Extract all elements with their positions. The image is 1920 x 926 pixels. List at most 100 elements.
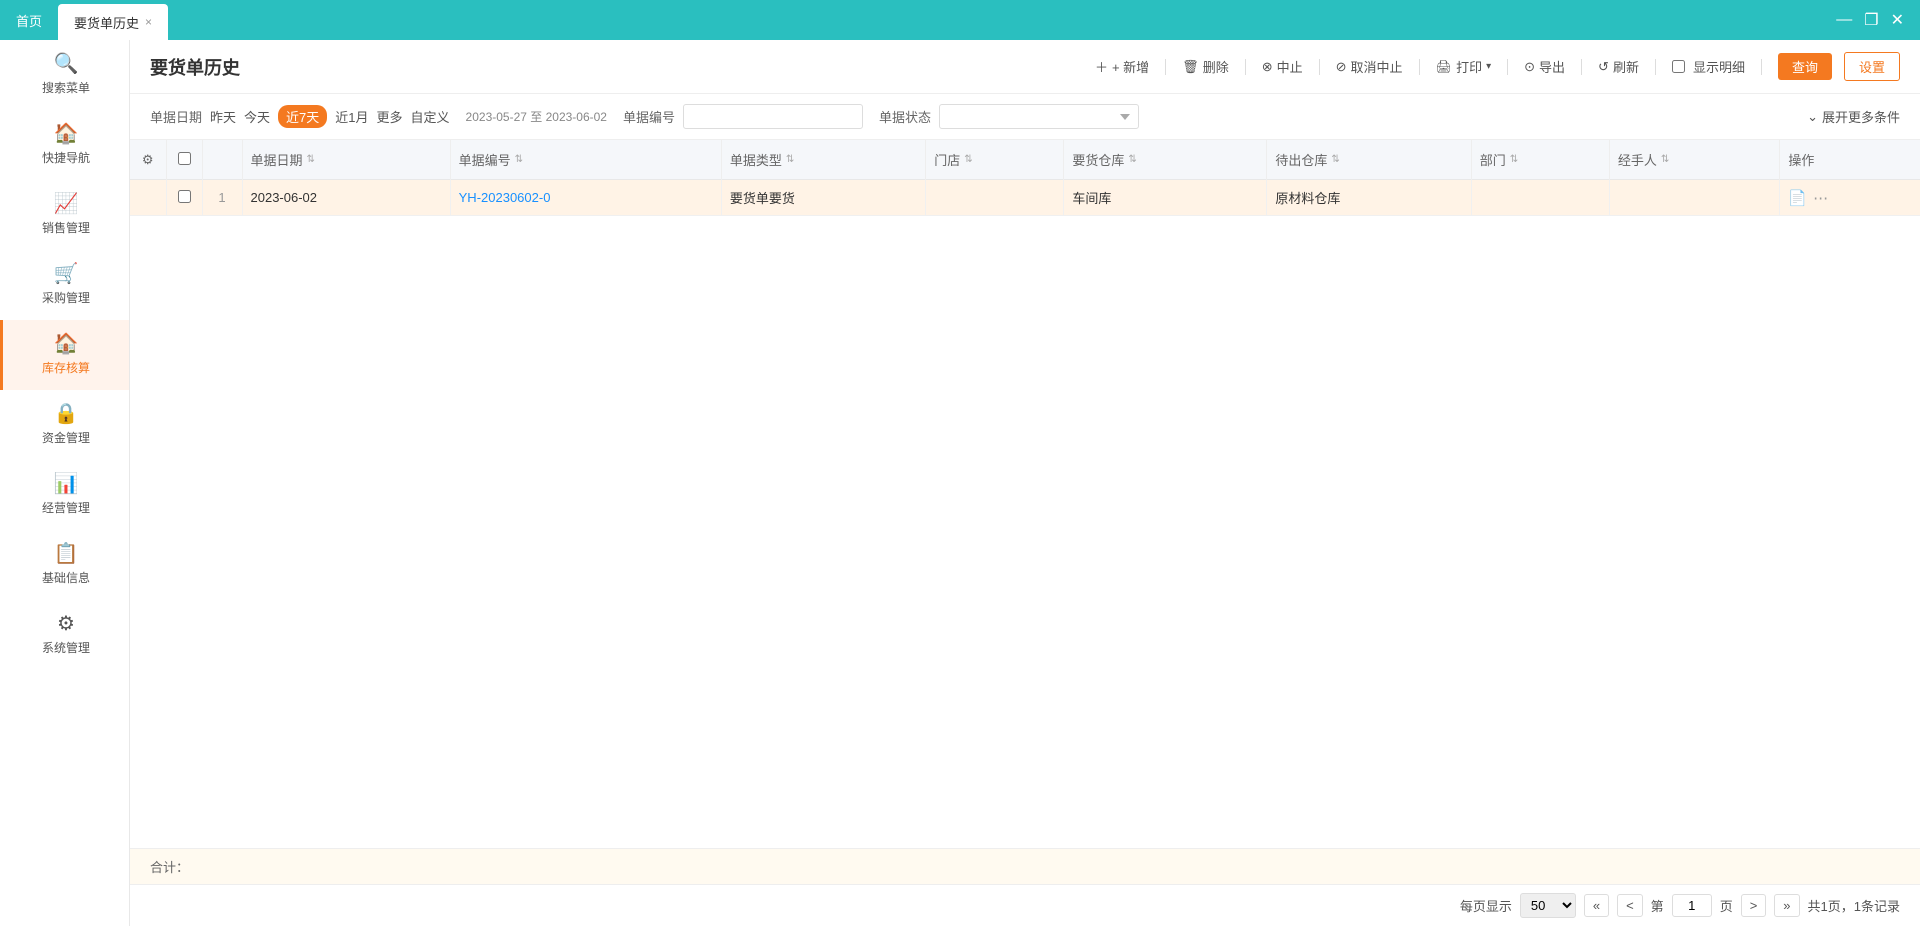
- last-page-btn[interactable]: »: [1774, 894, 1799, 917]
- row-checkbox[interactable]: [178, 190, 191, 203]
- divider7: [1655, 59, 1656, 75]
- td-store: [926, 180, 1064, 216]
- sort-store-icon[interactable]: ⇅: [964, 154, 972, 165]
- sidebar-item-sales-mgmt[interactable]: 📈 销售管理: [0, 180, 129, 250]
- basic-info-icon: 📋: [54, 544, 79, 564]
- divider3: [1319, 59, 1320, 75]
- page-size-select[interactable]: 50 10 20 100: [1520, 893, 1576, 918]
- select-all-checkbox[interactable]: [178, 152, 191, 165]
- settings-btn[interactable]: 设置: [1844, 52, 1900, 81]
- sidebar-item-sys-mgmt[interactable]: ⚙ 系统管理: [0, 600, 129, 670]
- window-close-btn[interactable]: ✕: [1891, 10, 1904, 30]
- sort-req-warehouse-icon[interactable]: ⇅: [1128, 154, 1136, 165]
- date-shortcut-more[interactable]: 更多: [377, 107, 403, 126]
- table-container: ⚙ 单据日期 ⇅ 单据编号: [130, 140, 1920, 848]
- th-settings[interactable]: ⚙: [130, 140, 166, 180]
- sort-bill-no-icon[interactable]: ⇅: [515, 154, 523, 165]
- export-btn[interactable]: ⊙ 导出: [1524, 57, 1565, 76]
- td-num: 1: [202, 180, 242, 216]
- finance-mgmt-icon: 🔒: [54, 404, 79, 424]
- expand-label: 展开更多条件: [1822, 107, 1900, 126]
- date-shortcut-custom[interactable]: 自定义: [411, 107, 450, 126]
- tab-active-label: 要货单历史: [74, 13, 139, 32]
- sys-mgmt-icon: ⚙: [57, 614, 75, 634]
- bill-status-select[interactable]: [939, 104, 1139, 129]
- date-shortcut-1month[interactable]: 近1月: [335, 107, 368, 126]
- new-btn[interactable]: ＋ + 新增: [1095, 57, 1149, 76]
- td-pending-warehouse: 原材料仓库: [1267, 180, 1471, 216]
- td-bill-type: 要货单要货: [721, 180, 925, 216]
- table-body: 1 2023-06-02 YH-20230602-0 要货单要货 车间库 原材料…: [130, 180, 1920, 216]
- sidebar-item-basic-info[interactable]: 📋 基础信息: [0, 530, 129, 600]
- next-page-btn[interactable]: >: [1741, 894, 1767, 917]
- sidebar-item-inventory-calc-label: 库存核算: [42, 359, 90, 376]
- main-layout: 🔍 搜索菜单 🏠 快捷导航 📈 销售管理 🛒 采购管理 🏠 库存核算 🔒 资金管…: [0, 40, 1920, 926]
- bill-status-label: 单据状态: [879, 107, 931, 126]
- sort-dept-icon[interactable]: ⇅: [1510, 154, 1518, 165]
- date-range-display: 2023-05-27 至 2023-06-02: [466, 108, 607, 125]
- expand-more-btn[interactable]: ⌄ 展开更多条件: [1807, 107, 1900, 126]
- tab-home-label: 首页: [16, 11, 42, 30]
- td-handler: [1609, 180, 1780, 216]
- cancel-stop-icon: ⊘: [1336, 59, 1347, 75]
- bill-no-link[interactable]: YH-20230602-0: [459, 190, 551, 205]
- sidebar-item-search-menu[interactable]: 🔍 搜索菜单: [0, 40, 129, 110]
- date-filter-group: 单据日期 昨天 今天 近7天 近1月 更多 自定义: [150, 105, 450, 128]
- sort-pending-warehouse-icon[interactable]: ⇅: [1331, 154, 1339, 165]
- tab-home[interactable]: 首页: [0, 0, 58, 40]
- show-detail-btn[interactable]: 显示明细: [1672, 57, 1745, 76]
- page-num-input[interactable]: [1672, 894, 1712, 917]
- refresh-icon: ↺: [1598, 59, 1609, 75]
- sort-handler-icon[interactable]: ⇅: [1661, 154, 1669, 165]
- sidebar-item-finance-mgmt-label: 资金管理: [42, 429, 90, 446]
- bill-status-filter-group: 单据状态: [879, 104, 1139, 129]
- sidebar-item-quick-nav[interactable]: 🏠 快捷导航: [0, 110, 129, 180]
- divider6: [1581, 59, 1582, 75]
- cancel-stop-btn[interactable]: ⊘ 取消中止: [1336, 57, 1403, 76]
- sort-bill-type-icon[interactable]: ⇅: [786, 154, 794, 165]
- tab-list: 首页 要货单历史 ×: [0, 0, 168, 40]
- op-more-icon[interactable]: ⋯: [1813, 189, 1828, 207]
- refresh-btn[interactable]: ↺ 刷新: [1598, 57, 1639, 76]
- window-minimize-btn[interactable]: —: [1836, 11, 1852, 29]
- th-bill-date: 单据日期 ⇅: [242, 140, 450, 180]
- first-page-btn[interactable]: «: [1584, 894, 1609, 917]
- toolbar: ＋ + 新增 🗑 删除 ⊗ 中止 ⊘ 取消中止: [1095, 52, 1900, 93]
- table-row[interactable]: 1 2023-06-02 YH-20230602-0 要货单要货 车间库 原材料…: [130, 180, 1920, 216]
- tab-close-icon[interactable]: ×: [145, 15, 152, 29]
- stop-btn[interactable]: ⊗ 中止: [1262, 57, 1303, 76]
- date-shortcut-7days[interactable]: 近7天: [278, 105, 327, 128]
- expand-icon: ⌄: [1807, 109, 1818, 125]
- date-shortcut-today[interactable]: 今天: [244, 107, 270, 126]
- th-dept: 部门 ⇅: [1471, 140, 1609, 180]
- sidebar-item-purchase-mgmt[interactable]: 🛒 采购管理: [0, 250, 129, 320]
- query-btn[interactable]: 查询: [1778, 53, 1832, 80]
- prev-page-btn[interactable]: <: [1617, 894, 1643, 917]
- op-view-icon[interactable]: 📄: [1788, 189, 1807, 207]
- table-header: ⚙ 单据日期 ⇅ 单据编号: [130, 140, 1920, 180]
- sidebar-item-inventory-calc[interactable]: 🏠 库存核算: [0, 320, 129, 390]
- date-shortcut-yesterday[interactable]: 昨天: [210, 107, 236, 126]
- bill-no-input[interactable]: [683, 104, 863, 129]
- sidebar-item-purchase-mgmt-label: 采购管理: [42, 289, 90, 306]
- export-icon: ⊙: [1524, 59, 1535, 75]
- sort-bill-date-icon[interactable]: ⇅: [307, 154, 315, 165]
- td-bill-date: 2023-06-02: [242, 180, 450, 216]
- sidebar-item-ops-mgmt-label: 经营管理: [42, 499, 90, 516]
- print-btn[interactable]: 🖨 打印 ▾: [1436, 57, 1492, 76]
- sidebar-item-search-menu-label: 搜索菜单: [42, 79, 90, 96]
- window-restore-btn[interactable]: ❐: [1864, 10, 1878, 30]
- filter-bar: 单据日期 昨天 今天 近7天 近1月 更多 自定义 2023-05-27 至 2…: [130, 94, 1920, 140]
- delete-btn[interactable]: 🗑 删除: [1182, 57, 1229, 76]
- sidebar-item-ops-mgmt[interactable]: 📊 经营管理: [0, 460, 129, 530]
- th-operation: 操作: [1780, 140, 1920, 180]
- show-detail-checkbox[interactable]: [1672, 60, 1685, 73]
- tab-active[interactable]: 要货单历史 ×: [58, 4, 168, 40]
- sidebar-item-sys-mgmt-label: 系统管理: [42, 639, 90, 656]
- sidebar-item-basic-info-label: 基础信息: [42, 569, 90, 586]
- filter-row: 单据日期 昨天 今天 近7天 近1月 更多 自定义 2023-05-27 至 2…: [150, 104, 1900, 129]
- window-controls: — ❐ ✕: [1836, 10, 1920, 30]
- sidebar-item-finance-mgmt[interactable]: 🔒 资金管理: [0, 390, 129, 460]
- divider: [1165, 59, 1166, 75]
- date-range-group: 2023-05-27 至 2023-06-02: [466, 108, 607, 125]
